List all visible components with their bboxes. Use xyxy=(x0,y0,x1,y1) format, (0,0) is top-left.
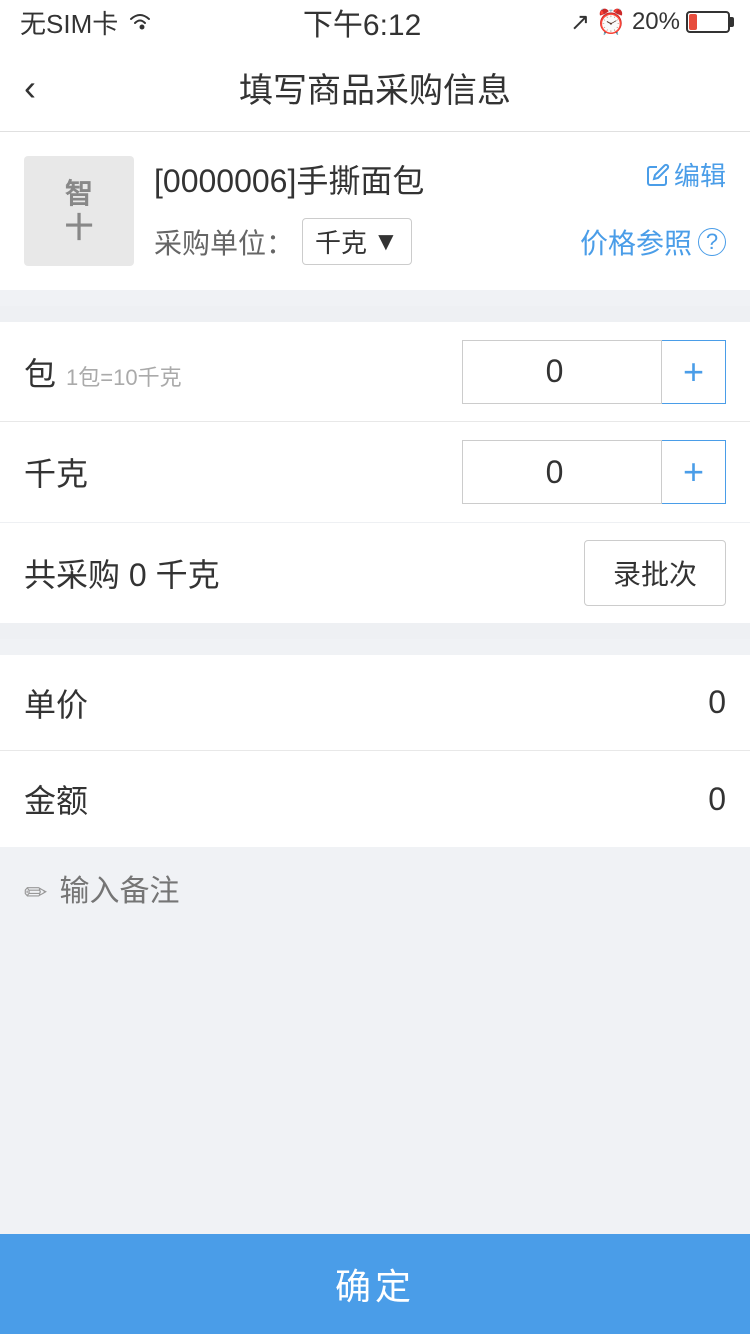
summary-row: 共采购 0 千克 录批次 xyxy=(0,523,750,623)
content-spacer xyxy=(0,937,750,1137)
unit-select[interactable]: 千克 ▼ xyxy=(302,218,412,265)
status-left: 无SIM卡 xyxy=(20,4,154,41)
product-logo: 智 十 xyxy=(65,177,93,244)
status-right: ↗ ⏰ 20% xyxy=(570,8,730,37)
kg-input-row: 千克 + xyxy=(0,422,750,522)
bao-input[interactable] xyxy=(462,340,662,404)
product-image: 智 十 xyxy=(24,156,134,266)
kg-input[interactable] xyxy=(462,440,662,504)
bao-label: 包 1包=10千克 xyxy=(24,349,182,395)
status-time: 下午6:12 xyxy=(303,0,421,44)
summary-section: 共采购 0 千克 录批次 xyxy=(0,522,750,623)
amount-label: 金额 xyxy=(24,776,88,822)
unit-price-value: 0 xyxy=(708,684,726,721)
carrier-text: 无SIM卡 xyxy=(20,4,118,41)
product-header: [0000006]手撕面包 编辑 xyxy=(154,156,726,202)
wifi-icon xyxy=(126,7,154,38)
product-info: [0000006]手撕面包 编辑 采购单位： 千克 ▼ xyxy=(154,156,726,265)
notes-input[interactable] xyxy=(59,875,726,909)
product-name: [0000006]手撕面包 xyxy=(154,156,424,202)
status-bar: 无SIM卡 下午6:12 ↗ ⏰ 20% xyxy=(0,0,750,44)
location-icon: ↗ xyxy=(570,8,590,37)
kg-label: 千克 xyxy=(24,449,88,495)
notes-section: ✏ xyxy=(0,847,750,937)
separator-1 xyxy=(0,306,750,322)
unit-price-label: 单价 xyxy=(24,680,88,726)
batch-button[interactable]: 录批次 xyxy=(584,540,726,606)
battery-percentage: 20% xyxy=(632,8,680,36)
price-section: 单价 0 金额 0 xyxy=(0,655,750,847)
kg-plus-button[interactable]: + xyxy=(662,440,726,504)
back-button[interactable]: ‹ xyxy=(24,67,36,109)
dropdown-icon: ▼ xyxy=(373,226,399,257)
amount-value: 0 xyxy=(708,781,726,818)
bao-sublabel: 1包=10千克 xyxy=(66,360,182,392)
confirm-button[interactable]: 确定 xyxy=(0,1234,750,1334)
amount-row: 金额 0 xyxy=(0,751,750,847)
page-title: 填写商品采购信息 xyxy=(239,63,511,112)
bao-input-row: 包 1包=10千克 + xyxy=(0,322,750,422)
alarm-icon: ⏰ xyxy=(596,8,626,37)
input-section: 包 1包=10千克 + 千克 + xyxy=(0,322,750,522)
edit-button[interactable]: 编辑 xyxy=(646,156,726,193)
unit-price-row: 单价 0 xyxy=(0,655,750,751)
nav-bar: ‹ 填写商品采购信息 xyxy=(0,44,750,132)
separator-2 xyxy=(0,623,750,639)
unit-label: 采购单位： 千克 ▼ xyxy=(154,218,412,265)
bao-input-controls: + xyxy=(462,340,726,404)
battery-icon xyxy=(686,11,730,33)
summary-text: 共采购 0 千克 xyxy=(24,550,220,596)
product-unit-row: 采购单位： 千克 ▼ 价格参照 ? xyxy=(154,218,726,265)
price-ref-icon: ? xyxy=(698,228,726,256)
pencil-icon: ✏ xyxy=(24,876,47,909)
price-ref-button[interactable]: 价格参照 ? xyxy=(580,222,726,262)
bao-plus-button[interactable]: + xyxy=(662,340,726,404)
product-card: 智 十 [0000006]手撕面包 编辑 采购单位： xyxy=(0,132,750,290)
kg-input-controls: + xyxy=(462,440,726,504)
